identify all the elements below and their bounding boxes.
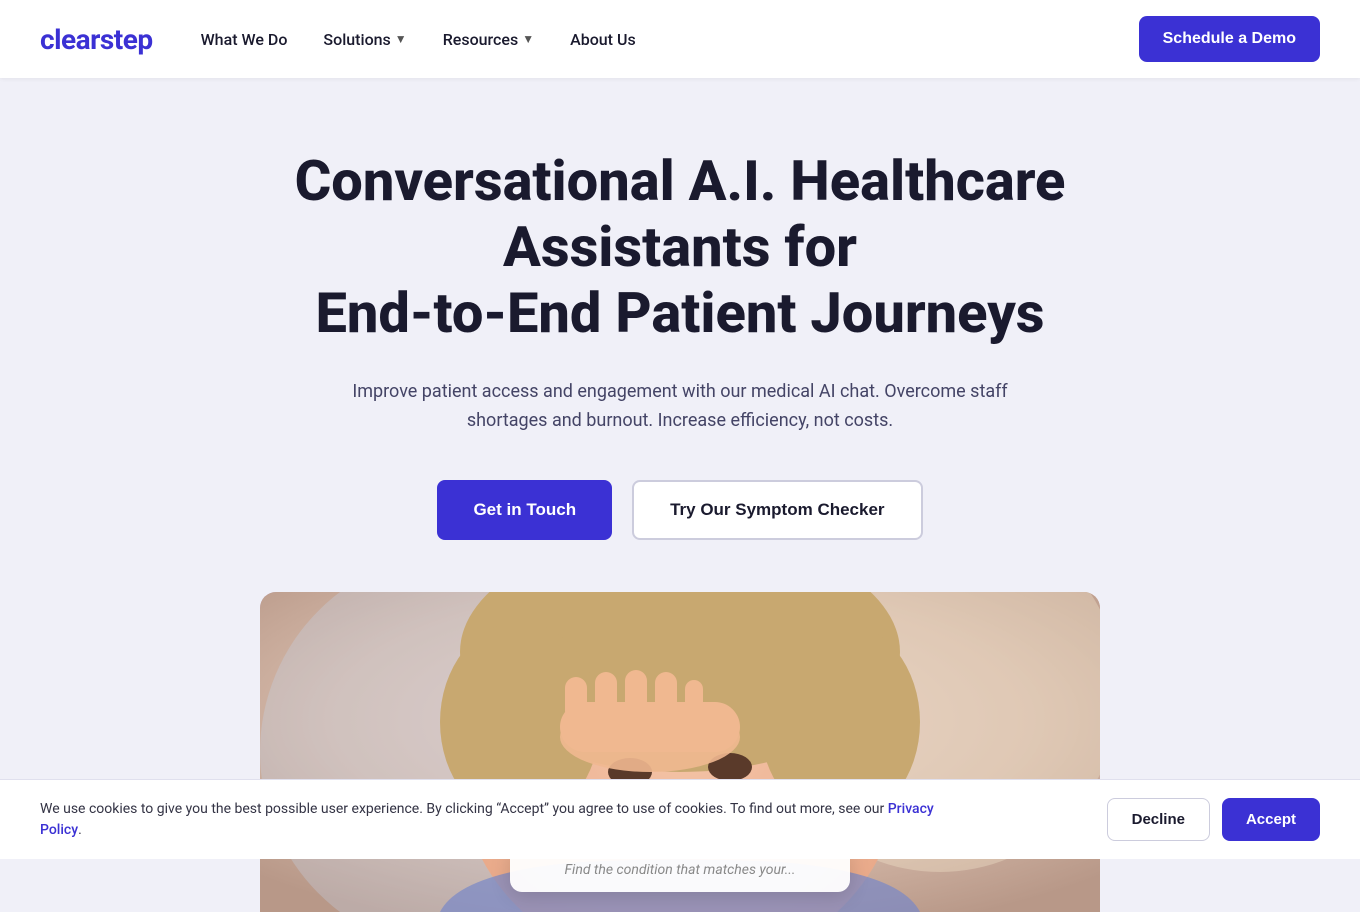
nav-item-about-us[interactable]: About Us: [570, 30, 636, 49]
cookie-banner: We use cookies to give you the best poss…: [0, 779, 1360, 859]
try-symptom-checker-button[interactable]: Try Our Symptom Checker: [632, 480, 922, 540]
nav-link-about-us[interactable]: About Us: [570, 30, 636, 49]
hero-headline: Conversational A.I. Healthcare Assistant…: [230, 148, 1130, 346]
cookie-text: We use cookies to give you the best poss…: [40, 799, 940, 841]
schedule-demo-button[interactable]: Schedule a Demo: [1139, 16, 1320, 62]
navigation: clearstep What We Do Solutions ▼ Resourc…: [0, 0, 1360, 78]
nav-link-what-we-do[interactable]: What We Do: [201, 30, 288, 49]
nav-item-resources[interactable]: Resources ▼: [443, 30, 534, 49]
nav-links: What We Do Solutions ▼ Resources ▼ About…: [201, 30, 636, 49]
logo[interactable]: clearstep: [40, 23, 153, 56]
nav-left: clearstep What We Do Solutions ▼ Resourc…: [40, 23, 636, 56]
hero-subtext: Improve patient access and engagement wi…: [320, 378, 1040, 436]
nav-item-solutions[interactable]: Solutions ▼: [323, 30, 406, 49]
get-in-touch-button[interactable]: Get in Touch: [437, 480, 612, 540]
chevron-down-icon: ▼: [395, 32, 407, 46]
hero-buttons: Get in Touch Try Our Symptom Checker: [40, 480, 1320, 540]
symptom-input-placeholder: Find the condition that matches your...: [565, 862, 796, 878]
hero-image: Find the condition that matches your...: [260, 592, 1100, 912]
decline-button[interactable]: Decline: [1107, 798, 1210, 841]
nav-link-solutions[interactable]: Solutions ▼: [323, 30, 406, 49]
nav-item-what-we-do[interactable]: What We Do: [201, 30, 288, 49]
hero-image-container: Find the condition that matches your...: [260, 592, 1100, 912]
cookie-buttons: Decline Accept: [1107, 798, 1320, 841]
chevron-down-icon: ▼: [522, 32, 534, 46]
accept-button[interactable]: Accept: [1222, 798, 1320, 841]
nav-link-resources[interactable]: Resources ▼: [443, 30, 534, 49]
